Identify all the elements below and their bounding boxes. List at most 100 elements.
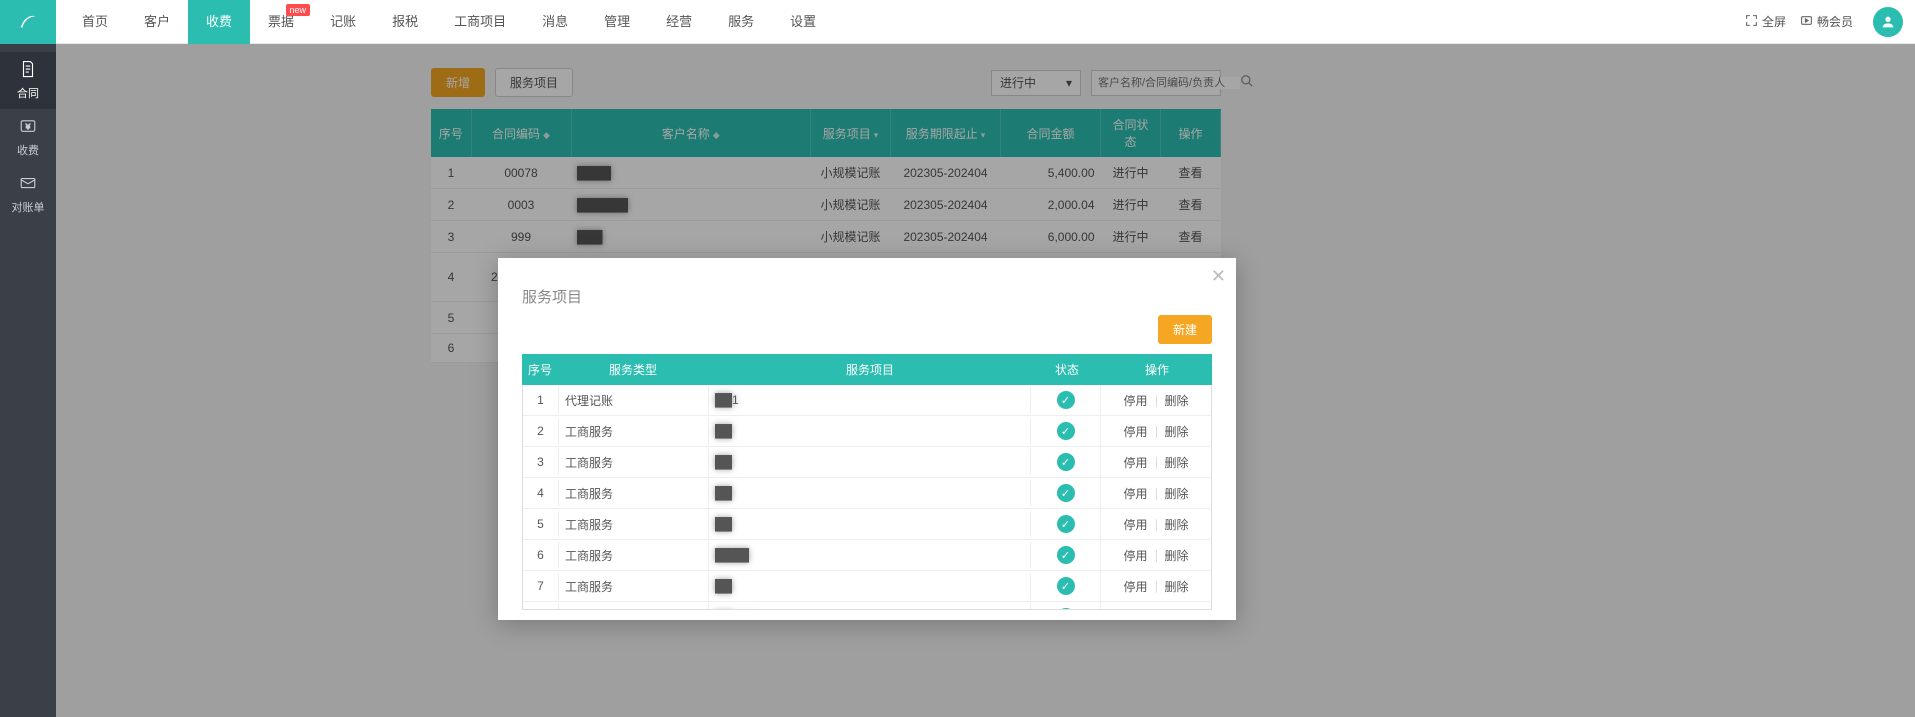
check-icon: ✓ — [1057, 422, 1075, 440]
mcell-project: ██1 — [709, 387, 1031, 413]
mcell-type: 工商服务 — [559, 603, 709, 611]
delete-link[interactable]: 删除 — [1161, 580, 1193, 594]
mcell-op: 停用删除 — [1101, 541, 1211, 570]
new-badge: new — [286, 4, 311, 16]
disable-link[interactable]: 停用 — [1119, 425, 1151, 439]
mcell-op: 停用删除 — [1101, 479, 1211, 508]
op-separator — [1156, 457, 1157, 469]
sidebar: 合同 ¥ 收费对账单 — [0, 44, 56, 717]
nav-item-7[interactable]: 消息 — [524, 0, 586, 44]
mcell-type: 工商服务 — [559, 448, 709, 477]
sidebar-label: 合同 — [17, 88, 39, 100]
fullscreen-label: 全屏 — [1762, 13, 1786, 30]
topbar: 首页客户收费票据new记账报税工商项目消息管理经营服务设置 全屏 畅会员 — [0, 0, 1915, 44]
op-separator — [1156, 395, 1157, 407]
mcell-op: 停用删除 — [1101, 448, 1211, 477]
user-avatar[interactable] — [1873, 7, 1903, 37]
modal-table-header: 序号 服务类型 服务项目 状态 操作 — [522, 354, 1212, 385]
mcell-type: 代理记账 — [559, 386, 709, 415]
nav-item-0[interactable]: 首页 — [64, 0, 126, 44]
sidebar-label: 对账单 — [12, 202, 45, 214]
check-icon: ✓ — [1057, 546, 1075, 564]
nav-item-9[interactable]: 经营 — [648, 0, 710, 44]
mcell-status: ✓ — [1031, 447, 1101, 477]
check-icon: ✓ — [1057, 608, 1075, 610]
mcell-status: ✓ — [1031, 509, 1101, 539]
nav-item-5[interactable]: 报税 — [374, 0, 436, 44]
col-service-type: 服务类型 — [558, 354, 708, 385]
sidebar-item-合同[interactable]: 合同 — [0, 52, 56, 109]
op-separator — [1156, 581, 1157, 593]
nav-item-6[interactable]: 工商项目 — [436, 0, 524, 44]
modal-table-body[interactable]: 1代理记账██1✓停用删除2工商服务██✓停用删除3工商服务██✓停用删除4工商… — [522, 385, 1212, 610]
nav-item-3[interactable]: 票据new — [250, 0, 312, 44]
mcell-op: 停用删除 — [1101, 572, 1211, 601]
check-icon: ✓ — [1057, 484, 1075, 502]
mcell-project: ██ — [709, 511, 1031, 537]
modal-title: 服务项目 — [498, 258, 1236, 315]
modal-close-button[interactable]: ✕ — [1211, 266, 1226, 287]
disable-link[interactable]: 停用 — [1119, 394, 1151, 408]
nav-item-2[interactable]: 收费 — [188, 0, 250, 44]
nav-item-8[interactable]: 管理 — [586, 0, 648, 44]
mcell-op: 停用删除 — [1101, 510, 1211, 539]
mcell-idx: 7 — [523, 573, 559, 599]
disable-link[interactable]: 停用 — [1119, 518, 1151, 532]
disable-link[interactable]: 停用 — [1119, 487, 1151, 501]
sidebar-item-对账单[interactable]: 对账单 — [0, 166, 56, 223]
topbar-right: 全屏 畅会员 — [1745, 7, 1915, 37]
nav-item-10[interactable]: 服务 — [710, 0, 772, 44]
delete-link[interactable]: 删除 — [1161, 425, 1193, 439]
modal-row: 3工商服务██ ✓ 停用删除 — [523, 447, 1211, 478]
mcell-status: ✓ — [1031, 385, 1101, 415]
disable-link[interactable]: 停用 — [1119, 456, 1151, 470]
modal-row: 5工商服务██✓停用删除 — [523, 509, 1211, 540]
play-icon — [1800, 14, 1813, 30]
delete-link[interactable]: 删除 — [1161, 394, 1193, 408]
mcell-type: 工商服务 — [559, 479, 709, 508]
member-label: 畅会员 — [1817, 13, 1853, 30]
mcell-status: ✓ — [1031, 571, 1101, 601]
disable-link[interactable]: 停用 — [1119, 549, 1151, 563]
check-icon: ✓ — [1057, 453, 1075, 471]
disable-link[interactable]: 停用 — [1119, 580, 1151, 594]
modal-new-button[interactable]: 新建 — [1158, 315, 1212, 344]
mcell-idx: 4 — [523, 480, 559, 506]
nav-item-4[interactable]: 记账 — [312, 0, 374, 44]
delete-link[interactable]: 删除 — [1161, 518, 1193, 532]
svg-text:¥: ¥ — [26, 122, 31, 131]
mcell-op: 停用删除 — [1101, 603, 1211, 611]
op-separator — [1156, 519, 1157, 531]
sidebar-label: 收费 — [17, 145, 39, 157]
nav-item-11[interactable]: 设置 — [772, 0, 834, 44]
mcell-project: ██ — [709, 573, 1031, 599]
mcell-project: ██ — [709, 480, 1031, 506]
mcell-idx: 5 — [523, 511, 559, 537]
app-logo[interactable] — [0, 0, 56, 44]
mcell-idx: 6 — [523, 542, 559, 568]
delete-link[interactable]: 删除 — [1161, 456, 1193, 470]
mcell-status: ✓ — [1031, 478, 1101, 508]
delete-link[interactable]: 删除 — [1161, 549, 1193, 563]
op-separator — [1156, 488, 1157, 500]
mcell-idx: 1 — [523, 387, 559, 413]
mcell-status: ✓ — [1031, 540, 1101, 570]
mcell-type: 工商服务 — [559, 572, 709, 601]
mail-icon — [0, 174, 56, 195]
mcell-project: ██ — [709, 449, 1031, 475]
sidebar-item-收费[interactable]: ¥ 收费 — [0, 109, 56, 166]
mcell-idx: 8 — [523, 604, 559, 610]
member-button[interactable]: 畅会员 — [1800, 13, 1853, 30]
mcell-idx: 3 — [523, 449, 559, 475]
fullscreen-button[interactable]: 全屏 — [1745, 13, 1786, 30]
service-project-modal: ✕ 服务项目 新建 序号 服务类型 服务项目 状态 操作 1代理记账██1✓停用… — [498, 258, 1236, 620]
modal-row: 7工商服务██✓停用删除 — [523, 571, 1211, 602]
mcell-idx: 2 — [523, 418, 559, 444]
nav-item-1[interactable]: 客户 — [126, 0, 188, 44]
col-index: 序号 — [522, 354, 558, 385]
delete-link[interactable]: 删除 — [1161, 487, 1193, 501]
mcell-status: ✓ — [1031, 416, 1101, 446]
yen-icon: ¥ — [0, 117, 56, 138]
mcell-op: 停用删除 — [1101, 386, 1211, 415]
modal-row: 6工商服务████✓停用删除 — [523, 540, 1211, 571]
